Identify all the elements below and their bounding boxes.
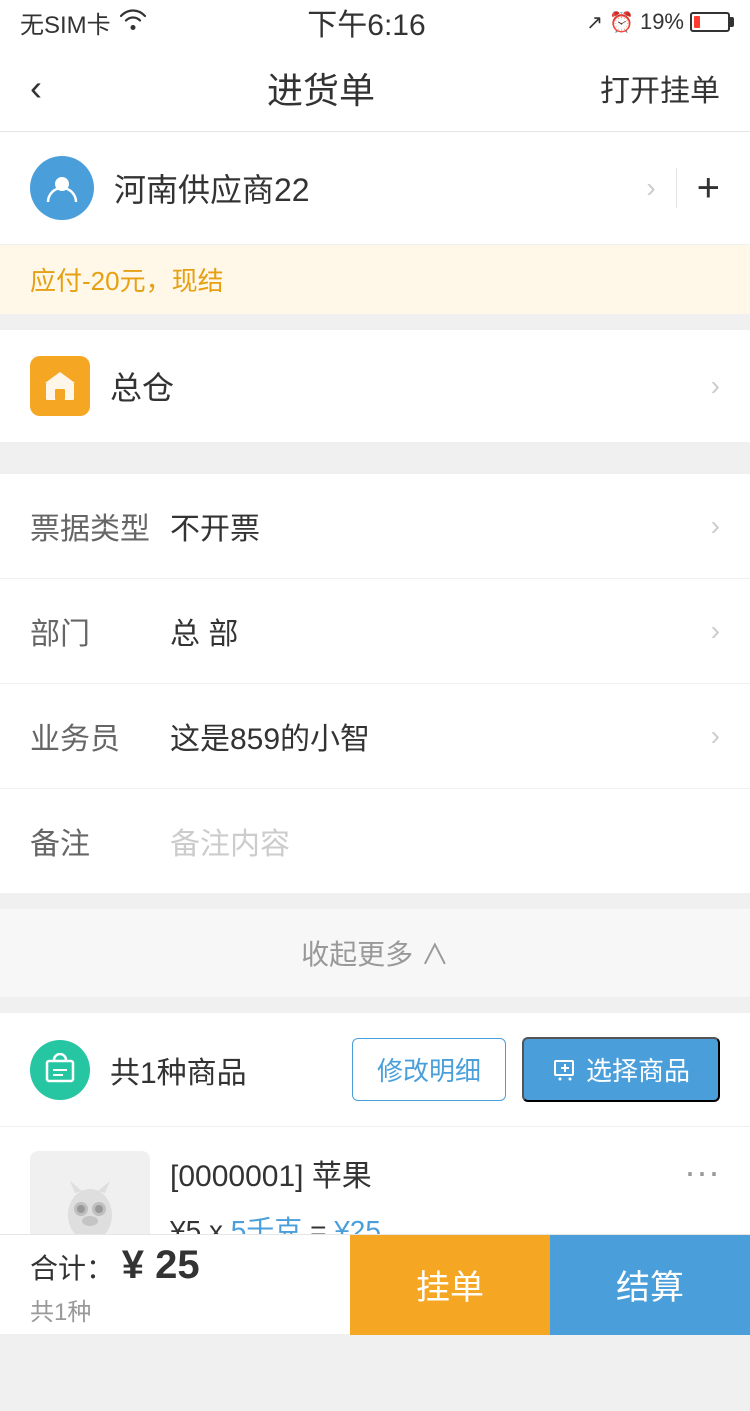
divider xyxy=(676,168,677,208)
settle-button[interactable]: 结算 xyxy=(550,1235,750,1335)
remark-value: 备注内容 xyxy=(170,819,720,863)
product-icon xyxy=(43,1053,77,1087)
hang-button[interactable]: 挂单 xyxy=(350,1235,550,1335)
total-section: 合计： ¥ 25 共1种 xyxy=(0,1243,350,1327)
supplier-row[interactable]: 河南供应商22 › + xyxy=(0,132,750,245)
salesperson-label: 业务员 xyxy=(30,714,170,758)
back-button[interactable]: ‹ xyxy=(30,67,42,109)
department-label: 部门 xyxy=(30,609,170,653)
location-icon: ↗ xyxy=(586,10,603,35)
warehouse-name: 总仓 xyxy=(110,363,701,409)
status-time: 下午6:16 xyxy=(307,0,425,44)
carrier-label: 无SIM卡 xyxy=(20,5,111,40)
warehouse-chevron-icon: › xyxy=(711,370,720,402)
battery-icon xyxy=(690,12,730,32)
product-header: 共1种商品 修改明细 选择商品 xyxy=(0,1013,750,1127)
product-code: [0000001] xyxy=(170,1160,303,1193)
invoice-label: 票据类型 xyxy=(30,504,170,548)
supplier-name: 河南供应商22 xyxy=(114,165,636,211)
product-title-text: 苹果 xyxy=(312,1160,372,1193)
supplier-chevron-icon: › xyxy=(646,172,655,204)
status-right: ↗ ⏰ 19% xyxy=(586,9,730,35)
alarm-icon: ⏰ xyxy=(609,10,634,35)
salesperson-chevron-icon: › xyxy=(711,720,720,752)
warehouse-row[interactable]: 总仓 › xyxy=(0,330,750,442)
bottom-bar: 合计： ¥ 25 共1种 挂单 结算 xyxy=(0,1234,750,1334)
user-icon xyxy=(44,170,80,206)
main-content: 河南供应商22 › + 应付-20元，现结 总仓 › xyxy=(0,132,750,1411)
invoice-chevron-icon: › xyxy=(711,510,720,542)
warehouse-icon xyxy=(43,369,77,403)
page-title: 进货单 xyxy=(267,62,375,114)
total-line: 合计： ¥ 25 xyxy=(30,1243,320,1288)
add-supplier-button[interactable]: + xyxy=(697,166,720,211)
salesperson-row[interactable]: 业务员 这是859的小智 › xyxy=(0,684,750,789)
supplier-avatar xyxy=(30,156,94,220)
supplier-actions: › + xyxy=(636,166,720,211)
department-value: 总 部 xyxy=(170,609,701,653)
battery-percent: 19% xyxy=(640,9,684,35)
product-icon-wrap xyxy=(30,1040,90,1100)
collapse-button[interactable]: 收起更多 ∧ xyxy=(0,909,750,997)
product-count-label: 共1种商品 xyxy=(110,1048,352,1092)
cart-icon xyxy=(552,1057,578,1083)
department-row[interactable]: 部门 总 部 › xyxy=(0,579,750,684)
warehouse-section[interactable]: 总仓 › xyxy=(0,330,750,442)
product-name: [0000001] 苹果 xyxy=(170,1151,684,1195)
nav-bar: ‹ 进货单 打开挂单 xyxy=(0,44,750,132)
department-chevron-icon: › xyxy=(711,615,720,647)
modify-detail-button[interactable]: 修改明细 xyxy=(352,1038,506,1101)
spacer2 xyxy=(0,458,750,474)
salesperson-value: 这是859的小智 xyxy=(170,714,701,758)
total-label: 合计： xyxy=(30,1253,114,1284)
supplier-notice: 应付-20元，现结 xyxy=(0,245,750,314)
form-section: 票据类型 不开票 › 部门 总 部 › 业务员 这是859的小智 › 备注 备注… xyxy=(0,474,750,893)
select-product-button[interactable]: 选择商品 xyxy=(522,1037,720,1102)
warehouse-icon-wrap xyxy=(30,356,90,416)
status-bar: 无SIM卡 下午6:16 ↗ ⏰ 19% xyxy=(0,0,750,44)
spacer1 xyxy=(0,314,750,330)
invoice-value: 不开票 xyxy=(170,504,701,548)
supplier-section: 河南供应商22 › + 应付-20元，现结 xyxy=(0,132,750,314)
product-more-button[interactable]: ··· xyxy=(684,1151,720,1193)
total-count: 共1种 xyxy=(30,1292,320,1327)
remark-label: 备注 xyxy=(30,819,170,863)
open-hang-button[interactable]: 打开挂单 xyxy=(600,66,720,110)
invoice-row[interactable]: 票据类型 不开票 › xyxy=(0,474,750,579)
select-product-label: 选择商品 xyxy=(586,1051,690,1088)
wifi-icon xyxy=(119,8,147,37)
total-amount: ¥ 25 xyxy=(122,1243,200,1287)
status-left: 无SIM卡 xyxy=(20,5,147,40)
remark-row[interactable]: 备注 备注内容 xyxy=(0,789,750,893)
